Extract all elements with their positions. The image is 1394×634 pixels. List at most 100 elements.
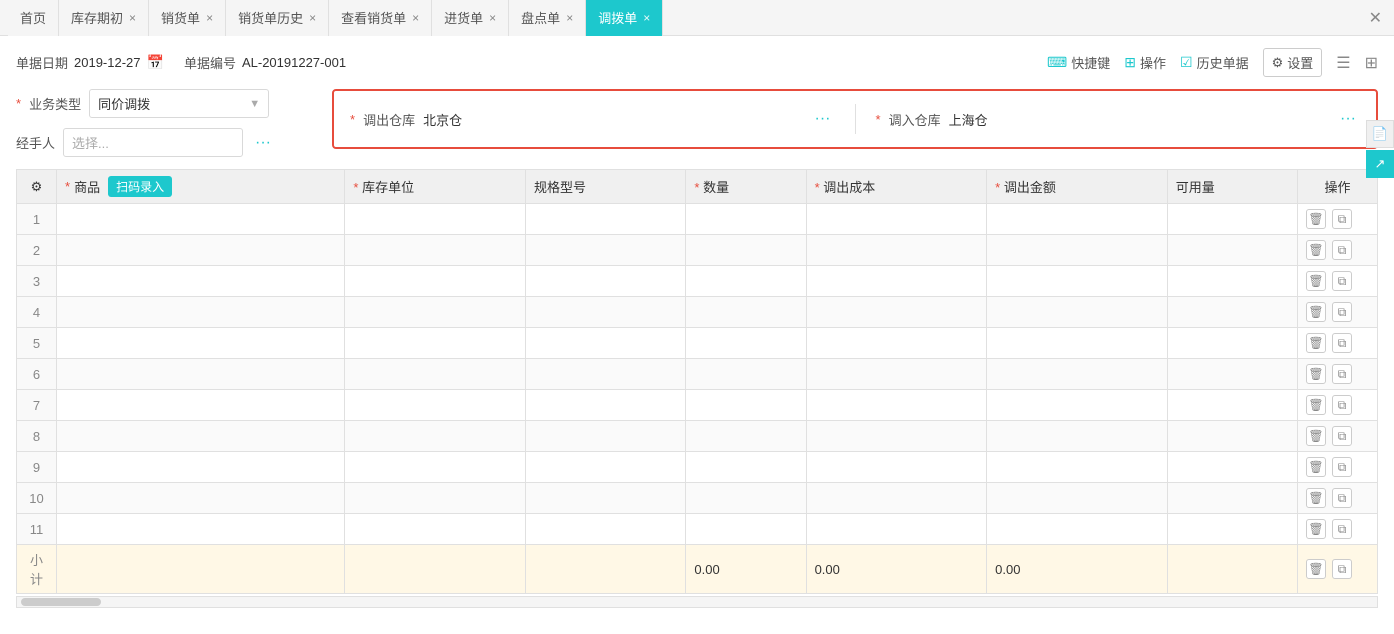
out-warehouse-more-button[interactable]: ··· (811, 110, 835, 128)
spec-cell[interactable] (526, 452, 686, 483)
cost-cell[interactable] (806, 235, 987, 266)
cost-cell[interactable] (806, 514, 987, 545)
tab-stocktake[interactable]: 盘点单 × (509, 0, 586, 36)
copy-row-icon[interactable]: ⧉ (1332, 240, 1352, 260)
product-cell[interactable] (57, 514, 345, 545)
operations-tool[interactable]: ⊞ 操作 (1124, 53, 1166, 72)
amount-cell[interactable] (987, 359, 1168, 390)
product-cell[interactable] (57, 204, 345, 235)
handler-input[interactable]: 选择... (63, 128, 243, 157)
amount-cell[interactable] (987, 514, 1168, 545)
close-tab-view-sales[interactable]: × (412, 11, 419, 25)
handler-more-button[interactable]: ··· (251, 134, 275, 152)
available-cell[interactable] (1167, 452, 1297, 483)
product-cell[interactable] (57, 483, 345, 514)
history-tool[interactable]: ☑ 历史单据 (1180, 53, 1249, 72)
spec-cell[interactable] (526, 204, 686, 235)
view-toggle-grid-icon[interactable]: ⊞ (1365, 53, 1378, 73)
tab-inventory-init[interactable]: 库存期初 × (59, 0, 149, 36)
close-tab-sales-order[interactable]: × (206, 11, 213, 25)
amount-cell[interactable] (987, 266, 1168, 297)
spec-cell[interactable] (526, 390, 686, 421)
qty-cell[interactable] (686, 297, 806, 328)
available-cell[interactable] (1167, 204, 1297, 235)
product-cell[interactable] (57, 359, 345, 390)
spec-cell[interactable] (526, 266, 686, 297)
qty-cell[interactable] (686, 266, 806, 297)
delete-row-icon[interactable]: 🗑 (1306, 302, 1326, 322)
available-cell[interactable] (1167, 297, 1297, 328)
subtotal-copy-icon[interactable]: ⧉ (1332, 559, 1352, 579)
close-tab-purchase-order[interactable]: × (489, 11, 496, 25)
unit-cell[interactable] (345, 297, 526, 328)
cost-cell[interactable] (806, 204, 987, 235)
qty-cell[interactable] (686, 235, 806, 266)
delete-row-icon[interactable]: 🗑 (1306, 240, 1326, 260)
copy-row-icon[interactable]: ⧉ (1332, 271, 1352, 291)
spec-cell[interactable] (526, 297, 686, 328)
amount-cell[interactable] (987, 297, 1168, 328)
copy-row-icon[interactable]: ⧉ (1332, 457, 1352, 477)
spec-cell[interactable] (526, 421, 686, 452)
copy-row-icon[interactable]: ⧉ (1332, 333, 1352, 353)
calendar-icon[interactable]: 📅 (147, 54, 164, 71)
delete-row-icon[interactable]: 🗑 (1306, 519, 1326, 539)
cost-cell[interactable] (806, 390, 987, 421)
horizontal-scrollbar[interactable] (16, 596, 1378, 608)
delete-row-icon[interactable]: 🗑 (1306, 488, 1326, 508)
delete-row-icon[interactable]: 🗑 (1306, 426, 1326, 446)
amount-cell[interactable] (987, 390, 1168, 421)
spec-cell[interactable] (526, 514, 686, 545)
copy-row-icon[interactable]: ⧉ (1332, 488, 1352, 508)
amount-cell[interactable] (987, 235, 1168, 266)
product-cell[interactable] (57, 390, 345, 421)
available-cell[interactable] (1167, 235, 1297, 266)
delete-row-icon[interactable]: 🗑 (1306, 457, 1326, 477)
tab-purchase-order[interactable]: 进货单 × (432, 0, 509, 36)
product-cell[interactable] (57, 235, 345, 266)
right-panel-export-icon[interactable]: ↗ (1366, 150, 1394, 178)
unit-cell[interactable] (345, 266, 526, 297)
spec-cell[interactable] (526, 359, 686, 390)
amount-cell[interactable] (987, 328, 1168, 359)
amount-cell[interactable] (987, 483, 1168, 514)
available-cell[interactable] (1167, 514, 1297, 545)
available-cell[interactable] (1167, 483, 1297, 514)
amount-cell[interactable] (987, 421, 1168, 452)
qty-cell[interactable] (686, 452, 806, 483)
cost-cell[interactable] (806, 452, 987, 483)
unit-cell[interactable] (345, 452, 526, 483)
unit-cell[interactable] (345, 421, 526, 452)
product-cell[interactable] (57, 421, 345, 452)
qty-cell[interactable] (686, 359, 806, 390)
unit-cell[interactable] (345, 483, 526, 514)
copy-row-icon[interactable]: ⧉ (1332, 395, 1352, 415)
available-cell[interactable] (1167, 390, 1297, 421)
unit-cell[interactable] (345, 328, 526, 359)
cost-cell[interactable] (806, 359, 987, 390)
unit-cell[interactable] (345, 514, 526, 545)
cost-cell[interactable] (806, 483, 987, 514)
scroll-thumb[interactable] (21, 598, 101, 606)
delete-row-icon[interactable]: 🗑 (1306, 209, 1326, 229)
qty-cell[interactable] (686, 204, 806, 235)
copy-row-icon[interactable]: ⧉ (1332, 426, 1352, 446)
product-cell[interactable] (57, 266, 345, 297)
view-toggle-list-icon[interactable]: ☰ (1336, 53, 1350, 73)
shortcut-tool[interactable]: ⌨ 快捷键 (1047, 53, 1110, 72)
delete-row-icon[interactable]: 🗑 (1306, 395, 1326, 415)
close-tab-transfer[interactable]: × (643, 11, 650, 25)
close-tab-inventory-init[interactable]: × (129, 11, 136, 25)
copy-row-icon[interactable]: ⧉ (1332, 364, 1352, 384)
spec-cell[interactable] (526, 235, 686, 266)
scan-input-button[interactable]: 扫码录入 (108, 176, 172, 197)
qty-cell[interactable] (686, 514, 806, 545)
available-cell[interactable] (1167, 359, 1297, 390)
subtotal-delete-icon[interactable]: 🗑 (1306, 559, 1326, 579)
business-type-input[interactable]: 同价调拨 ▼ (89, 89, 269, 118)
available-cell[interactable] (1167, 328, 1297, 359)
unit-cell[interactable] (345, 204, 526, 235)
delete-row-icon[interactable]: 🗑 (1306, 364, 1326, 384)
available-cell[interactable] (1167, 266, 1297, 297)
qty-cell[interactable] (686, 483, 806, 514)
